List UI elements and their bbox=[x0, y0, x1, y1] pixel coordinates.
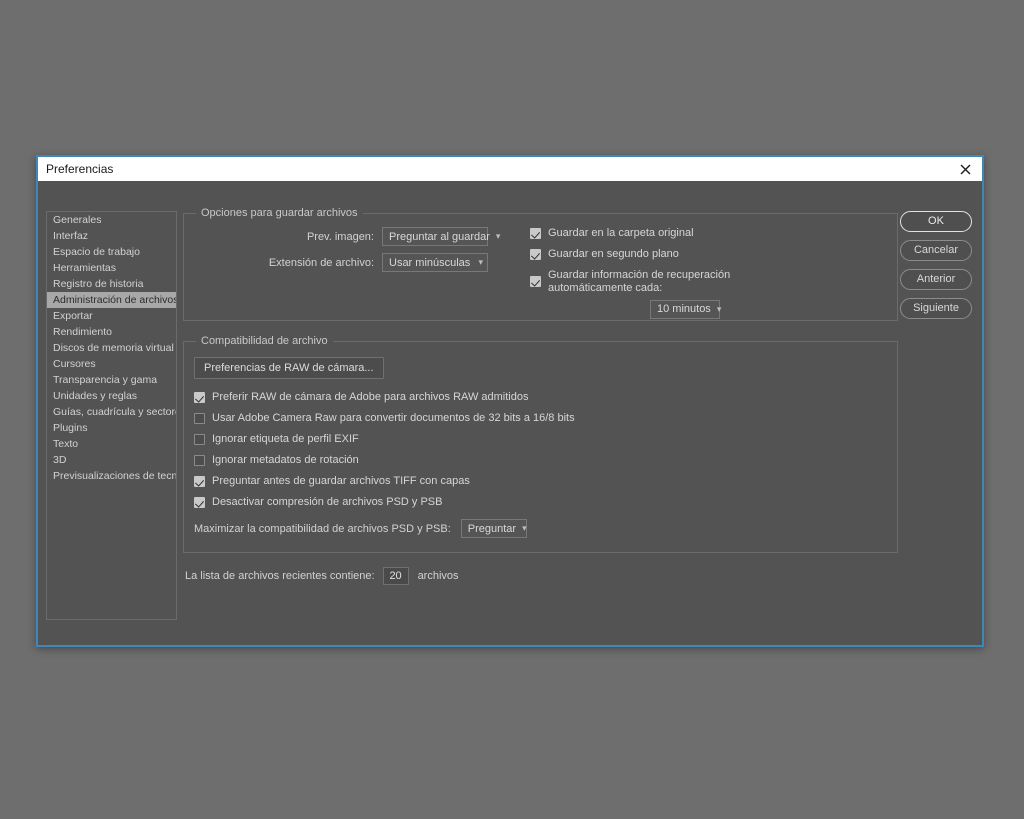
checkbox-ignore-rotation-label: Ignorar metadatos de rotación bbox=[212, 454, 359, 467]
sidebar-item-registro-de-historia[interactable]: Registro de historia bbox=[47, 276, 176, 292]
checkbox-ignore-rotation[interactable] bbox=[194, 455, 205, 466]
preferences-category-list[interactable]: Generales Interfaz Espacio de trabajo He… bbox=[46, 211, 177, 620]
sidebar-item-plugins[interactable]: Plugins bbox=[47, 420, 176, 436]
checkbox-disable-compression-label: Desactivar compresión de archivos PSD y … bbox=[212, 496, 442, 509]
recent-files-row: La lista de archivos recientes contiene:… bbox=[183, 567, 898, 585]
chevron-down-icon: ▾ bbox=[717, 305, 722, 314]
sidebar-item-guias-cuadricula-y-sectores[interactable]: Guías, cuadrícula y sectores bbox=[47, 404, 176, 420]
recent-files-label: La lista de archivos recientes contiene: bbox=[185, 570, 375, 582]
sidebar-item-herramientas[interactable]: Herramientas bbox=[47, 260, 176, 276]
maximize-compatibility-label: Maximizar la compatibilidad de archivos … bbox=[194, 523, 451, 535]
sidebar-item-previsualizaciones-de-tecnologia[interactable]: Previsualizaciones de tecnología bbox=[47, 468, 176, 484]
sidebar-item-generales[interactable]: Generales bbox=[47, 212, 176, 228]
sidebar-item-administracion-de-archivos[interactable]: Administración de archivos bbox=[47, 292, 176, 308]
checkbox-row-save-background[interactable]: Guardar en segundo plano bbox=[530, 248, 730, 261]
checkbox-ignore-exif[interactable] bbox=[194, 434, 205, 445]
maximize-compatibility-select-value: Preguntar bbox=[468, 523, 516, 535]
preview-image-select-value: Preguntar al guardar bbox=[389, 231, 490, 243]
checkbox-save-recovery[interactable] bbox=[530, 276, 541, 287]
preview-image-select[interactable]: Preguntar al guardar ▾ bbox=[382, 227, 488, 246]
recent-files-input[interactable]: 20 bbox=[383, 567, 409, 585]
sidebar-item-unidades-y-reglas[interactable]: Unidades y reglas bbox=[47, 388, 176, 404]
file-extension-label: Extensión de archivo: bbox=[194, 257, 374, 269]
dialog-titlebar: Preferencias bbox=[38, 157, 982, 181]
next-button[interactable]: Siguiente bbox=[900, 298, 972, 319]
sidebar-item-espacio-de-trabajo[interactable]: Espacio de trabajo bbox=[47, 244, 176, 260]
camera-raw-preferences-button[interactable]: Preferencias de RAW de cámara... bbox=[194, 357, 384, 379]
checkbox-row-ignore-exif[interactable]: Ignorar etiqueta de perfil EXIF bbox=[194, 433, 887, 446]
checkbox-save-background-label: Guardar en segundo plano bbox=[548, 248, 679, 261]
checkbox-use-acr-32bit-label: Usar Adobe Camera Raw para convertir doc… bbox=[212, 412, 575, 425]
checkbox-prefer-adobe-raw-label: Preferir RAW de cámara de Adobe para arc… bbox=[212, 391, 528, 404]
checkbox-row-ask-tiff[interactable]: Preguntar antes de guardar archivos TIFF… bbox=[194, 475, 887, 488]
sidebar-item-exportar[interactable]: Exportar bbox=[47, 308, 176, 324]
ok-button[interactable]: OK bbox=[900, 211, 972, 232]
checkbox-row-ignore-rotation[interactable]: Ignorar metadatos de rotación bbox=[194, 454, 887, 467]
maximize-compatibility-select[interactable]: Preguntar ▾ bbox=[461, 519, 527, 538]
recovery-interval-select[interactable]: 10 minutos ▾ bbox=[650, 300, 720, 319]
checkbox-use-acr-32bit[interactable] bbox=[194, 413, 205, 424]
checkbox-disable-compression[interactable] bbox=[194, 497, 205, 508]
sidebar-item-discos-de-memoria-virtual[interactable]: Discos de memoria virtual bbox=[47, 340, 176, 356]
dialog-button-column: OK Cancelar Anterior Siguiente bbox=[900, 211, 972, 327]
checkbox-save-original-folder[interactable] bbox=[530, 228, 541, 239]
checkbox-row-use-acr-32bit[interactable]: Usar Adobe Camera Raw para convertir doc… bbox=[194, 412, 887, 425]
sidebar-item-texto[interactable]: Texto bbox=[47, 436, 176, 452]
recovery-interval-select-value: 10 minutos bbox=[657, 303, 711, 315]
previous-button[interactable]: Anterior bbox=[900, 269, 972, 290]
close-icon[interactable] bbox=[948, 157, 982, 181]
file-extension-select[interactable]: Usar minúsculas ▾ bbox=[382, 253, 488, 272]
checkbox-row-disable-compression[interactable]: Desactivar compresión de archivos PSD y … bbox=[194, 496, 887, 509]
checkbox-ask-tiff-label: Preguntar antes de guardar archivos TIFF… bbox=[212, 475, 470, 488]
group-file-compatibility: Compatibilidad de archivo Preferencias d… bbox=[183, 335, 898, 553]
checkbox-row-prefer-adobe-raw[interactable]: Preferir RAW de cámara de Adobe para arc… bbox=[194, 391, 887, 404]
sidebar-item-cursores[interactable]: Cursores bbox=[47, 356, 176, 372]
cancel-button[interactable]: Cancelar bbox=[900, 240, 972, 261]
checkbox-ignore-exif-label: Ignorar etiqueta de perfil EXIF bbox=[212, 433, 359, 446]
sidebar-item-interfaz[interactable]: Interfaz bbox=[47, 228, 176, 244]
preferences-dialog: Preferencias Generales Interfaz Espacio … bbox=[36, 155, 984, 647]
sidebar-item-3d[interactable]: 3D bbox=[47, 452, 176, 468]
checkbox-save-recovery-label-line1: Guardar información de recuperación bbox=[548, 269, 730, 281]
sidebar-item-rendimiento[interactable]: Rendimiento bbox=[47, 324, 176, 340]
checkbox-prefer-adobe-raw[interactable] bbox=[194, 392, 205, 403]
preview-image-label: Prev. imagen: bbox=[194, 231, 374, 243]
sidebar-item-transparencia-y-gama[interactable]: Transparencia y gama bbox=[47, 372, 176, 388]
group-save-options-legend: Opciones para guardar archivos bbox=[196, 207, 363, 219]
checkbox-row-save-recovery[interactable]: Guardar información de recuperación auto… bbox=[530, 269, 730, 295]
group-file-compatibility-legend: Compatibilidad de archivo bbox=[196, 335, 333, 347]
chevron-down-icon: ▾ bbox=[478, 258, 483, 267]
checkbox-save-recovery-label-line2: automáticamente cada: bbox=[548, 282, 662, 294]
recent-files-suffix: archivos bbox=[418, 570, 459, 582]
checkbox-save-original-folder-label: Guardar en la carpeta original bbox=[548, 227, 694, 240]
chevron-down-icon: ▾ bbox=[522, 524, 527, 533]
preferences-content: Opciones para guardar archivos Prev. ima… bbox=[183, 207, 898, 585]
dialog-title: Preferencias bbox=[46, 162, 948, 176]
dialog-body: Generales Interfaz Espacio de trabajo He… bbox=[38, 181, 982, 645]
checkbox-ask-tiff[interactable] bbox=[194, 476, 205, 487]
checkbox-save-background[interactable] bbox=[530, 249, 541, 260]
file-extension-select-value: Usar minúsculas bbox=[389, 257, 472, 269]
checkbox-row-save-original-folder[interactable]: Guardar en la carpeta original bbox=[530, 227, 730, 240]
group-save-options: Opciones para guardar archivos Prev. ima… bbox=[183, 207, 898, 321]
chevron-down-icon: ▾ bbox=[496, 232, 501, 241]
